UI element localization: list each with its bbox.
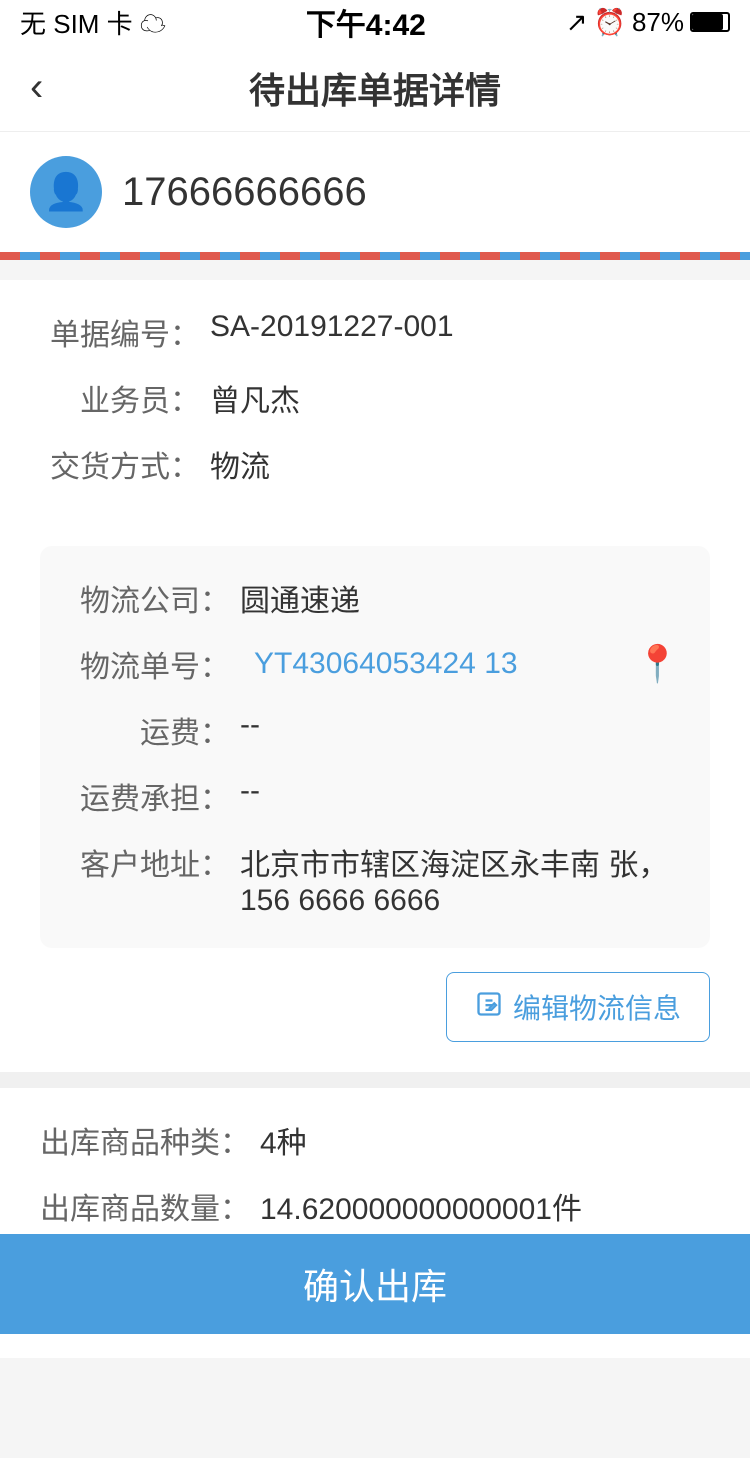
order-no-value: SA-20191227-001 [210,310,710,344]
goods-types-value: 4种 [260,1118,710,1162]
nav-bar: ‹ 待出库单据详情 [0,44,750,132]
delivery-method-label: 交货方式： [40,442,200,486]
avatar: 👤 [30,156,102,228]
address-label: 客户地址： [70,840,230,884]
goods-quantity-label: 出库商品数量： [40,1184,250,1228]
clock-icon: ⏰ [594,7,626,38]
battery-level: 87% [632,7,684,38]
confirm-outbound-button[interactable]: 确认出库 [0,1234,750,1334]
bottom-spacer [0,1358,750,1458]
edit-logistics-button[interactable]: 编辑物流信息 [446,972,710,1042]
goods-types-row: 出库商品种类： 4种 [40,1118,710,1162]
freight-bearer-value: -- [240,774,680,808]
tracking-label: 物流单号： [70,642,230,686]
edit-btn-container: 编辑物流信息 [40,972,710,1042]
sales-person-row: 业务员： 曾凡杰 [40,376,710,420]
tracking-row: 物流单号： YT43064053424 13 📍 [70,642,680,686]
page-title: 待出库单据详情 [249,62,501,114]
grey-divider [0,1072,750,1088]
logistics-company-value: 圆通速递 [240,576,680,620]
customer-phone: 17666666666 [122,170,367,215]
logistics-company-row: 物流公司： 圆通速递 [70,576,680,620]
order-no-row: 单据编号： SA-20191227-001 [40,310,710,354]
goods-quantity-value: 14.620000000000001件 [260,1184,710,1228]
status-time: 下午4:42 [306,0,426,44]
back-button[interactable]: ‹ [30,65,43,110]
logistics-company-label: 物流公司： [70,576,230,620]
address-row: 客户地址： 北京市市辖区海淀区永丰南 张，156 6666 6666 [70,840,680,918]
customer-header: 👤 17666666666 [0,132,750,252]
battery-icon: ↗ [566,7,588,38]
sales-person-value: 曾凡杰 [210,376,710,420]
sales-person-label: 业务员： [40,376,200,420]
goods-quantity-row: 出库商品数量： 14.620000000000001件 [40,1184,710,1228]
goods-types-label: 出库商品种类： [40,1118,250,1162]
logistics-card: 物流公司： 圆通速递 物流单号： YT43064053424 13 📍 运费： … [40,546,710,948]
location-icon[interactable]: 📍 [635,643,680,685]
tracking-value: YT43064053424 13 [254,647,621,681]
freight-bearer-row: 运费承担： -- [70,774,680,818]
edit-icon [475,990,503,1025]
sim-status: 无 SIM 卡 ☁ [20,4,166,41]
avatar-icon: 👤 [44,171,89,213]
logistics-section: 物流公司： 圆通速递 物流单号： YT43064053424 13 📍 运费： … [0,516,750,1072]
freight-label: 运费： [70,708,230,752]
delivery-method-row: 交货方式： 物流 [40,442,710,486]
status-bar: 无 SIM 卡 ☁ 下午4:42 ↗ ⏰ 87% [0,0,750,44]
order-no-label: 单据编号： [40,310,200,354]
battery-bar [690,12,730,32]
edit-logistics-label: 编辑物流信息 [513,987,681,1027]
freight-bearer-label: 运费承担： [70,774,230,818]
freight-row: 运费： -- [70,708,680,752]
freight-value: -- [240,708,680,742]
status-right: ↗ ⏰ 87% [566,7,730,38]
address-value: 北京市市辖区海淀区永丰南 张，156 6666 6666 [240,840,680,918]
status-left: 无 SIM 卡 ☁ [20,4,166,41]
dashed-divider [0,252,750,260]
confirm-outbound-label: 确认出库 [303,1258,447,1310]
delivery-method-value: 物流 [210,442,710,486]
order-info-section: 单据编号： SA-20191227-001 业务员： 曾凡杰 交货方式： 物流 [0,280,750,516]
